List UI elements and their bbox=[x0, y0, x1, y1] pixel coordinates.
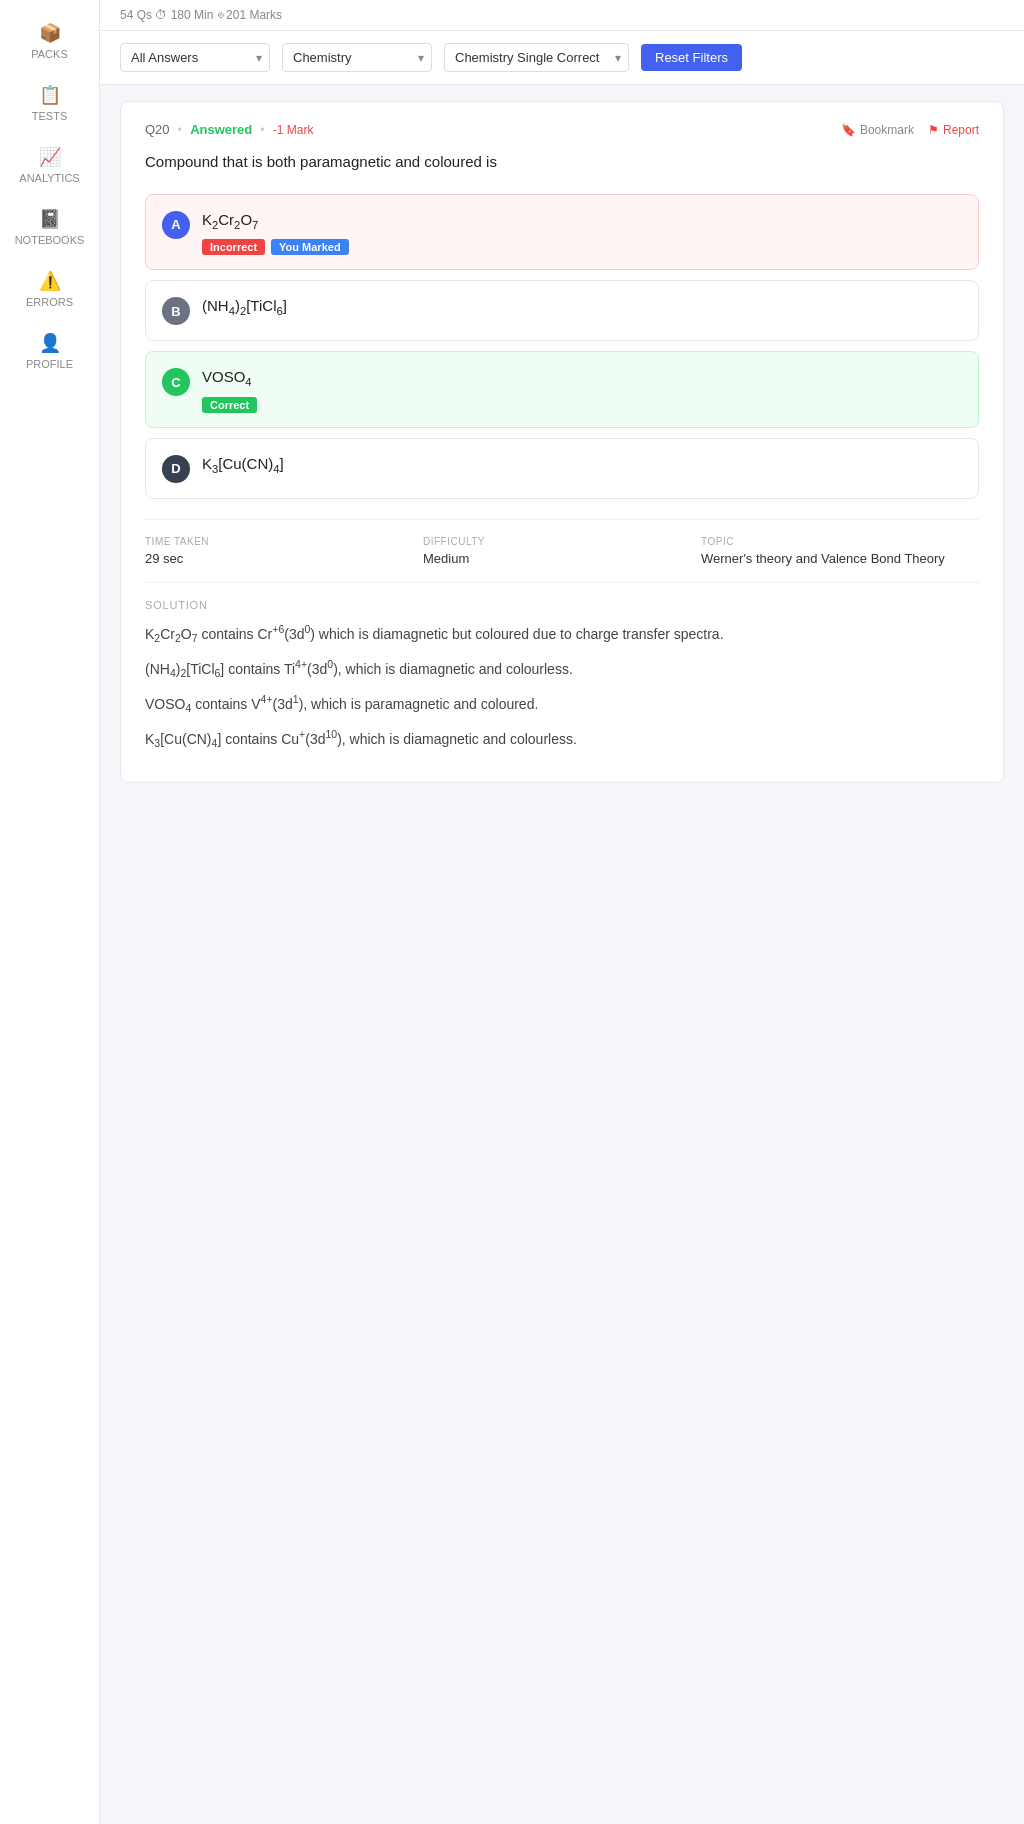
difficulty-label: DIFFICULTY bbox=[423, 536, 701, 547]
analytics-icon: 📈 bbox=[39, 146, 61, 168]
solution-line-1: K2Cr2O7 contains Cr+6(3d0) which is diam… bbox=[145, 621, 979, 648]
report-icon: ⚑ bbox=[928, 123, 939, 137]
time-taken-label: TIME TAKEN bbox=[145, 536, 423, 547]
topic-value: Werner's theory and Valence Bond Theory bbox=[701, 551, 979, 566]
solution-section: SOLUTION K2Cr2O7 contains Cr+6(3d0) whic… bbox=[145, 582, 979, 754]
bookmark-label: Bookmark bbox=[860, 123, 914, 137]
time-taken-value: 29 sec bbox=[145, 551, 423, 566]
report-label: Report bbox=[943, 123, 979, 137]
sidebar-item-packs-label: PACKS bbox=[31, 48, 67, 60]
option-a-circle: A bbox=[162, 211, 190, 239]
dot-separator-1: • bbox=[178, 122, 183, 137]
solution-line-2: (NH4)2[TiCl6] contains Ti4+(3d0), which … bbox=[145, 656, 979, 683]
you-marked-tag: You Marked bbox=[271, 239, 349, 255]
option-d-formula: K3[Cu(CN)4] bbox=[202, 453, 962, 478]
sidebar-item-errors-label: ERRORS bbox=[26, 296, 73, 308]
topic-stat: TOPIC Werner's theory and Valence Bond T… bbox=[701, 536, 979, 566]
option-a-formula: K2Cr2O7 bbox=[202, 209, 962, 234]
subject-filter[interactable]: Chemistry bbox=[282, 43, 432, 72]
difficulty-stat: DIFFICULTY Medium bbox=[423, 536, 701, 566]
question-meta: Q20 • Answered • -1 Mark 🔖 Bookmark ⚑ Re… bbox=[145, 122, 979, 137]
incorrect-tag: Incorrect bbox=[202, 239, 265, 255]
filter-bar: All Answers Chemistry Chemistry Single C… bbox=[100, 31, 1024, 85]
option-d-row[interactable]: D K3[Cu(CN)4] bbox=[145, 438, 979, 499]
option-a-content: K2Cr2O7 Incorrect You Marked bbox=[202, 209, 962, 256]
solution-text: K2Cr2O7 contains Cr+6(3d0) which is diam… bbox=[145, 621, 979, 754]
report-button[interactable]: ⚑ Report bbox=[928, 123, 979, 137]
topic-label: TOPIC bbox=[701, 536, 979, 547]
stats-text: 54 Qs ⏱ 180 Min ◎ 201 Marks bbox=[120, 8, 282, 22]
mark-badge: -1 Mark bbox=[273, 123, 314, 137]
sidebar-item-notebooks[interactable]: 📓 NOTEBOOKS bbox=[0, 196, 99, 258]
option-c-content: VOSO4 Correct bbox=[202, 366, 962, 413]
sidebar-item-notebooks-label: NOTEBOOKS bbox=[15, 234, 85, 246]
tests-icon: 📋 bbox=[39, 84, 61, 106]
question-meta-left: Q20 • Answered • -1 Mark bbox=[145, 122, 314, 137]
main-content: 54 Qs ⏱ 180 Min ◎ 201 Marks All Answers … bbox=[100, 0, 1024, 1824]
stats-row: TIME TAKEN 29 sec DIFFICULTY Medium TOPI… bbox=[145, 519, 979, 566]
option-c-tags: Correct bbox=[202, 397, 962, 413]
solution-line-3: VOSO4 contains V4+(3d1), which is parama… bbox=[145, 691, 979, 718]
question-type-filter[interactable]: Chemistry Single Correct bbox=[444, 43, 629, 72]
header-bar: 54 Qs ⏱ 180 Min ◎ 201 Marks bbox=[100, 0, 1024, 31]
sidebar-item-packs[interactable]: 📦 PACKS bbox=[0, 10, 99, 72]
option-c-formula: VOSO4 bbox=[202, 366, 962, 391]
option-b-content: (NH4)2[TiCl6] bbox=[202, 295, 962, 326]
option-a-row[interactable]: A K2Cr2O7 Incorrect You Marked bbox=[145, 194, 979, 271]
option-b-row[interactable]: B (NH4)2[TiCl6] bbox=[145, 280, 979, 341]
bookmark-icon: 🔖 bbox=[841, 123, 856, 137]
difficulty-value: Medium bbox=[423, 551, 701, 566]
correct-tag: Correct bbox=[202, 397, 257, 413]
sidebar-item-errors[interactable]: ⚠️ ERRORS bbox=[0, 258, 99, 320]
sidebar-item-analytics-label: ANALYTICS bbox=[19, 172, 79, 184]
option-d-circle: D bbox=[162, 455, 190, 483]
options-list: A K2Cr2O7 Incorrect You Marked B (NH4)2[ bbox=[145, 194, 979, 499]
meta-actions: 🔖 Bookmark ⚑ Report bbox=[841, 123, 979, 137]
question-type-filter-wrapper: Chemistry Single Correct bbox=[444, 43, 629, 72]
option-c-row[interactable]: C VOSO4 Correct bbox=[145, 351, 979, 428]
all-answers-filter[interactable]: All Answers bbox=[120, 43, 270, 72]
sidebar-item-analytics[interactable]: 📈 ANALYTICS bbox=[0, 134, 99, 196]
reset-filters-button[interactable]: Reset Filters bbox=[641, 44, 742, 71]
solution-label: SOLUTION bbox=[145, 599, 979, 611]
question-number: Q20 bbox=[145, 122, 170, 137]
header-stats: 54 Qs ⏱ 180 Min ◎ 201 Marks bbox=[120, 8, 282, 22]
question-card: Q20 • Answered • -1 Mark 🔖 Bookmark ⚑ Re… bbox=[120, 101, 1004, 783]
sidebar-item-tests[interactable]: 📋 TESTS bbox=[0, 72, 99, 134]
question-text: Compound that is both paramagnetic and c… bbox=[145, 151, 979, 174]
sidebar: 📦 PACKS 📋 TESTS 📈 ANALYTICS 📓 NOTEBOOKS … bbox=[0, 0, 100, 1824]
solution-line-4: K3[Cu(CN)4] contains Cu+(3d10), which is… bbox=[145, 726, 979, 753]
sidebar-item-profile-label: PROFILE bbox=[26, 358, 73, 370]
profile-icon: 👤 bbox=[39, 332, 61, 354]
bookmark-button[interactable]: 🔖 Bookmark bbox=[841, 123, 914, 137]
packs-icon: 📦 bbox=[39, 22, 61, 44]
time-taken-stat: TIME TAKEN 29 sec bbox=[145, 536, 423, 566]
answered-status: Answered bbox=[190, 122, 252, 137]
errors-icon: ⚠️ bbox=[39, 270, 61, 292]
option-b-circle: B bbox=[162, 297, 190, 325]
notebooks-icon: 📓 bbox=[39, 208, 61, 230]
all-answers-filter-wrapper: All Answers bbox=[120, 43, 270, 72]
option-a-tags: Incorrect You Marked bbox=[202, 239, 962, 255]
option-c-circle: C bbox=[162, 368, 190, 396]
option-b-formula: (NH4)2[TiCl6] bbox=[202, 295, 962, 320]
dot-separator-2: • bbox=[260, 122, 265, 137]
option-d-content: K3[Cu(CN)4] bbox=[202, 453, 962, 484]
sidebar-item-profile[interactable]: 👤 PROFILE bbox=[0, 320, 99, 382]
sidebar-item-tests-label: TESTS bbox=[32, 110, 67, 122]
subject-filter-wrapper: Chemistry bbox=[282, 43, 432, 72]
